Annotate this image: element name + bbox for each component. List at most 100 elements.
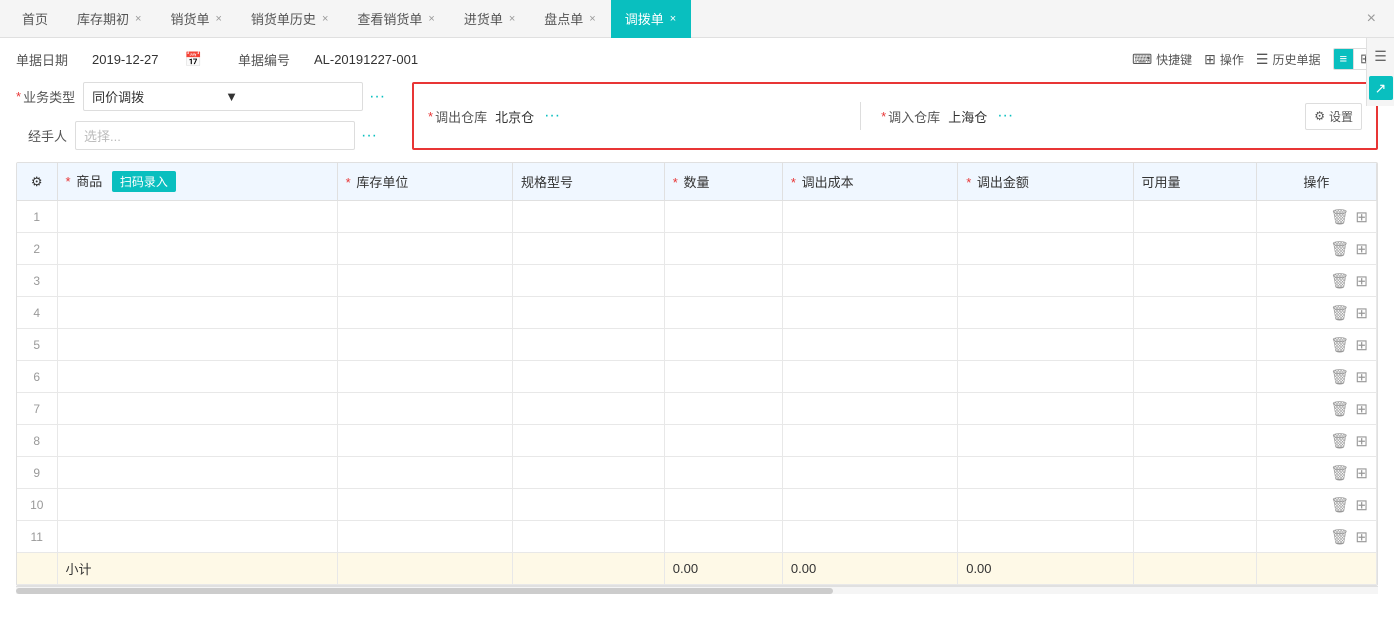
row-spec[interactable] [512, 361, 664, 393]
side-list-icon[interactable]: ☰ [1369, 44, 1393, 68]
operations-button[interactable]: ⊞ 操作 [1204, 51, 1244, 68]
tab-purchase[interactable]: 进货单 × [450, 0, 530, 38]
row-product[interactable] [57, 201, 337, 233]
row-unit[interactable] [337, 457, 512, 489]
delete-icon[interactable]: 🗑 [1330, 272, 1349, 290]
row-product[interactable] [57, 265, 337, 297]
copy-icon[interactable]: ⊞ [1355, 336, 1368, 354]
row-qty[interactable] [664, 457, 782, 489]
row-spec[interactable] [512, 233, 664, 265]
window-close-button[interactable]: × [1357, 10, 1386, 28]
row-product[interactable] [57, 489, 337, 521]
delete-icon[interactable]: 🗑 [1330, 304, 1349, 322]
row-spec[interactable] [512, 489, 664, 521]
row-spec[interactable] [512, 201, 664, 233]
row-amount[interactable] [958, 329, 1133, 361]
tab-close-icon[interactable]: × [322, 13, 328, 25]
row-product[interactable] [57, 361, 337, 393]
history-button[interactable]: ☰ 历史单据 [1256, 51, 1321, 68]
row-amount[interactable] [958, 521, 1133, 553]
delete-icon[interactable]: 🗑 [1330, 464, 1349, 482]
row-amount[interactable] [958, 361, 1133, 393]
date-value[interactable]: 2019-12-27 [92, 52, 159, 67]
shortcuts-button[interactable]: ⌨ 快捷键 [1132, 51, 1192, 68]
row-qty[interactable] [664, 297, 782, 329]
row-spec[interactable] [512, 521, 664, 553]
in-warehouse-value[interactable]: 上海仓 [948, 107, 987, 126]
delete-icon[interactable]: 🗑 [1330, 400, 1349, 418]
row-amount[interactable] [958, 457, 1133, 489]
person-select[interactable]: 选择... [75, 121, 355, 150]
tab-sales-order[interactable]: 销货单 × [156, 0, 236, 38]
row-qty[interactable] [664, 361, 782, 393]
calendar-icon[interactable]: 📅 [185, 51, 202, 68]
row-qty[interactable] [664, 521, 782, 553]
row-unit[interactable] [337, 297, 512, 329]
delete-icon[interactable]: 🗑 [1330, 496, 1349, 514]
row-spec[interactable] [512, 393, 664, 425]
tab-close-icon[interactable]: × [135, 13, 141, 25]
row-cost[interactable] [782, 329, 957, 361]
side-export-icon[interactable]: ↗ [1369, 76, 1393, 100]
tab-inventory-init[interactable]: 库存期初 × [63, 0, 156, 38]
row-qty[interactable] [664, 201, 782, 233]
row-unit[interactable] [337, 201, 512, 233]
row-amount[interactable] [958, 297, 1133, 329]
row-cost[interactable] [782, 425, 957, 457]
row-cost[interactable] [782, 265, 957, 297]
tab-transfer[interactable]: 调拨单 × [611, 0, 691, 38]
copy-icon[interactable]: ⊞ [1355, 528, 1368, 546]
row-unit[interactable] [337, 425, 512, 457]
row-unit[interactable] [337, 361, 512, 393]
delete-icon[interactable]: 🗑 [1330, 240, 1349, 258]
copy-icon[interactable]: ⊞ [1355, 496, 1368, 514]
row-cost[interactable] [782, 489, 957, 521]
row-unit[interactable] [337, 329, 512, 361]
row-spec[interactable] [512, 297, 664, 329]
row-unit[interactable] [337, 489, 512, 521]
row-spec[interactable] [512, 329, 664, 361]
row-cost[interactable] [782, 297, 957, 329]
row-cost[interactable] [782, 393, 957, 425]
row-spec[interactable] [512, 457, 664, 489]
row-qty[interactable] [664, 329, 782, 361]
row-qty[interactable] [664, 425, 782, 457]
row-unit[interactable] [337, 393, 512, 425]
row-unit[interactable] [337, 265, 512, 297]
tab-home[interactable]: 首页 [8, 0, 63, 38]
scrollbar-thumb[interactable] [16, 588, 833, 594]
row-product[interactable] [57, 393, 337, 425]
col-settings[interactable]: ⚙ [17, 163, 57, 201]
copy-icon[interactable]: ⊞ [1355, 240, 1368, 258]
delete-icon[interactable]: 🗑 [1330, 528, 1349, 546]
copy-icon[interactable]: ⊞ [1355, 272, 1368, 290]
copy-icon[interactable]: ⊞ [1355, 304, 1368, 322]
row-qty[interactable] [664, 265, 782, 297]
row-product[interactable] [57, 297, 337, 329]
row-amount[interactable] [958, 233, 1133, 265]
tab-close-icon[interactable]: × [428, 13, 434, 25]
row-amount[interactable] [958, 489, 1133, 521]
out-warehouse-value[interactable]: 北京仓 [495, 107, 534, 126]
scan-button[interactable]: 扫码录入 [112, 171, 176, 192]
copy-icon[interactable]: ⊞ [1355, 368, 1368, 386]
copy-icon[interactable]: ⊞ [1355, 464, 1368, 482]
row-product[interactable] [57, 329, 337, 361]
row-cost[interactable] [782, 521, 957, 553]
view-list-icon[interactable]: ≡ [1334, 49, 1355, 69]
biz-type-more-button[interactable]: ··· [363, 88, 391, 106]
tab-close-icon[interactable]: × [670, 13, 676, 25]
out-warehouse-more-button[interactable]: ··· [538, 107, 566, 125]
tab-close-icon[interactable]: × [215, 13, 221, 25]
copy-icon[interactable]: ⊞ [1355, 400, 1368, 418]
tab-view-sales[interactable]: 查看销货单 × [343, 0, 449, 38]
biz-type-select[interactable]: 同价调拨 ▼ [83, 82, 363, 111]
row-product[interactable] [57, 521, 337, 553]
table-settings-icon[interactable]: ⚙ [31, 174, 43, 189]
row-product[interactable] [57, 425, 337, 457]
copy-icon[interactable]: ⊞ [1355, 208, 1368, 226]
tab-sales-history[interactable]: 销货单历史 × [237, 0, 343, 38]
in-warehouse-more-button[interactable]: ··· [991, 107, 1019, 125]
horizontal-scrollbar[interactable] [16, 586, 1378, 594]
row-product[interactable] [57, 233, 337, 265]
